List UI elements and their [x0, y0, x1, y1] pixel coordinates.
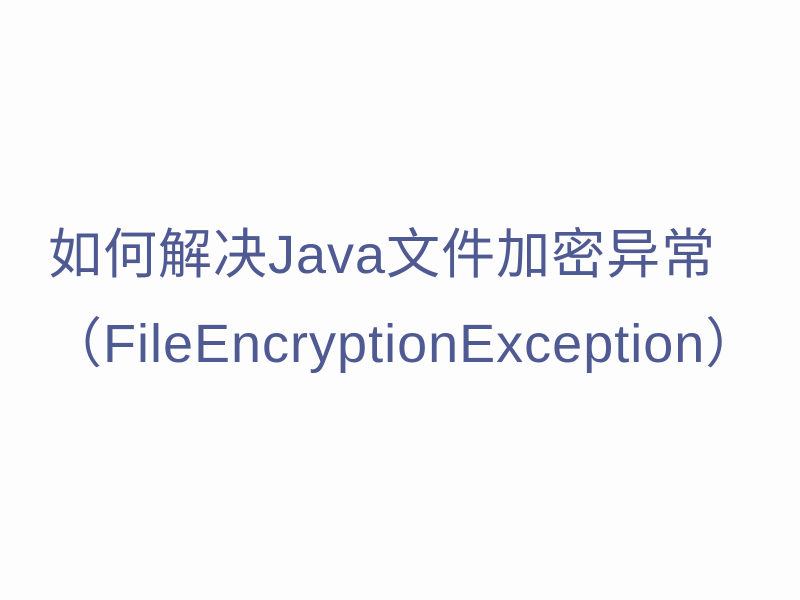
article-title: 如何解决Java文件加密异常（FileEncryptionException） — [0, 211, 800, 389]
